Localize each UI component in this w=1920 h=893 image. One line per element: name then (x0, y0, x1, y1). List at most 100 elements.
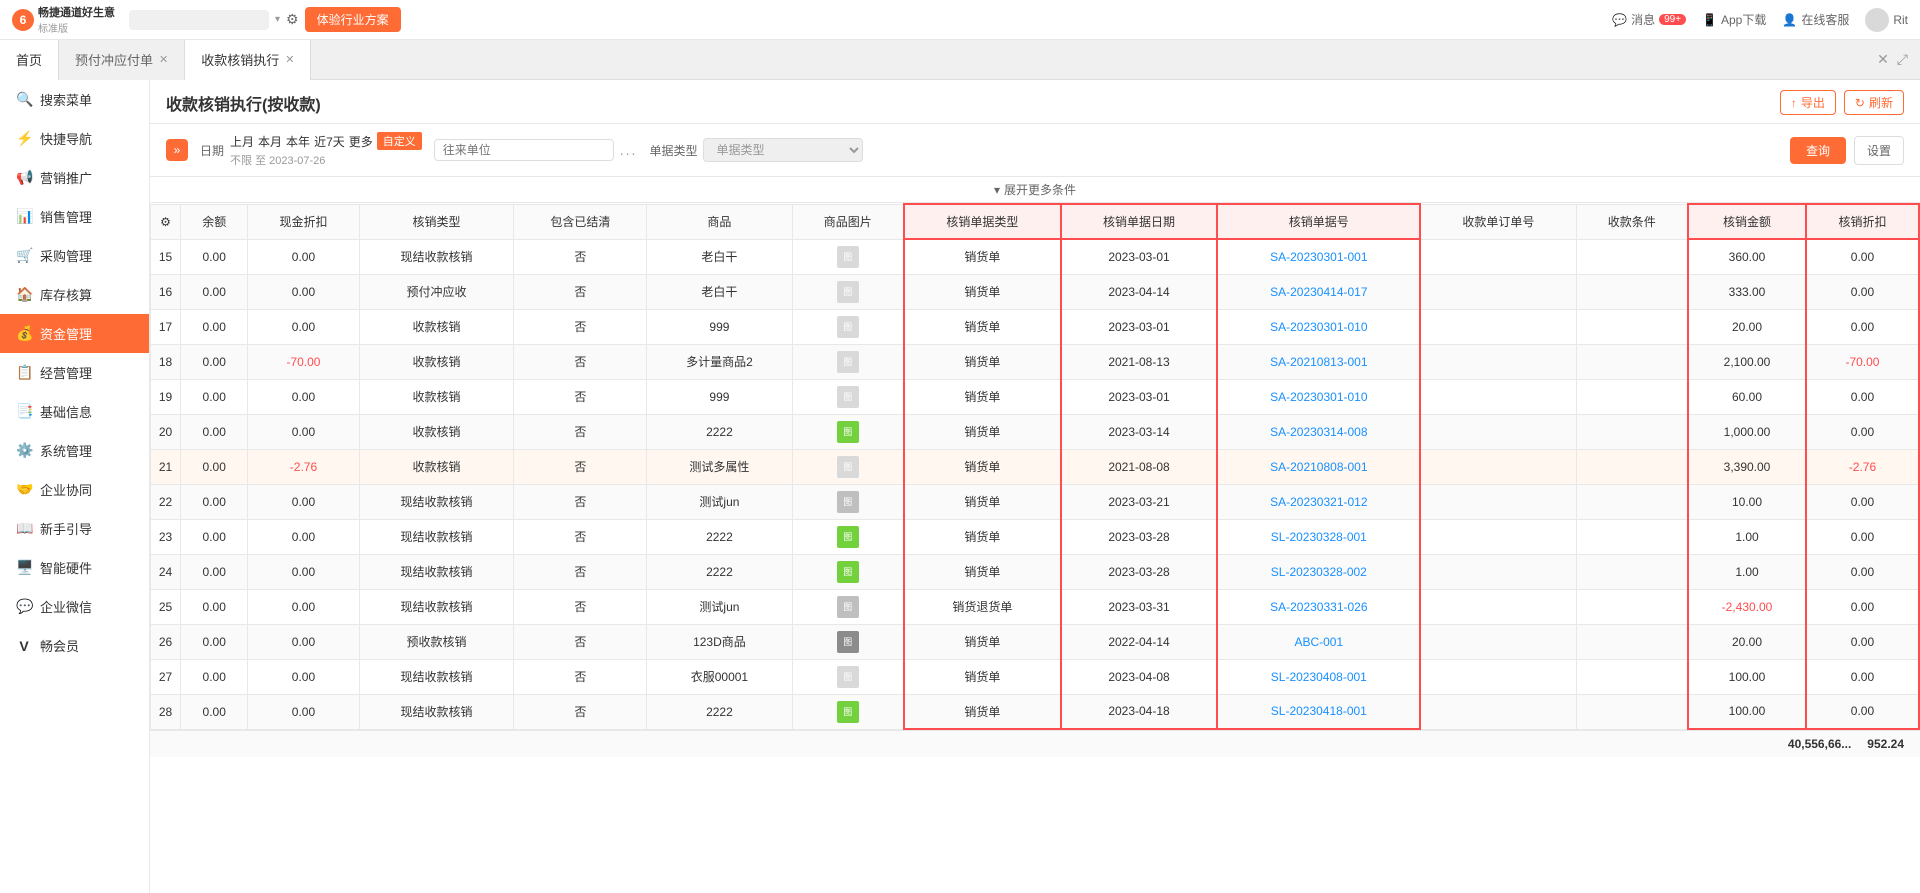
page-content: 收款核销执行(按收款) ↑ 导出 ↻ 刷新 » 日期 上月 (150, 80, 1920, 893)
brand: 6 畅捷通道好生意 标准版 (12, 4, 115, 35)
expand-more-button[interactable]: ▾ 展开更多条件 (994, 181, 1076, 198)
tab-prepay-close-icon[interactable]: ✕ (159, 53, 168, 66)
setting-button[interactable]: 设置 (1854, 136, 1904, 165)
sidebar-item-collab[interactable]: 🤝 企业协同 (0, 470, 149, 509)
table-row: 260.000.00预收款核销否123D商品图销货单2022-04-14ABC-… (151, 624, 1920, 659)
sidebar-item-guide[interactable]: 📖 新手引导 (0, 509, 149, 548)
th-writeoff-discount: 核销折扣 (1806, 204, 1919, 239)
tab-bar-actions: ✕ ⤢ (1877, 51, 1920, 68)
tab-writeoff[interactable]: 收款核销执行 ✕ (185, 40, 311, 80)
query-button[interactable]: 查询 (1790, 137, 1846, 164)
filter-date-row: 上月 本月 本年 近7天 更多 自定义 (230, 132, 422, 150)
filter-partner-group: ... (434, 139, 638, 161)
date-label: 日期 (200, 142, 224, 159)
table-row: 210.00-2.76收款核销否测试多属性图销货单2021-08-08SA-20… (151, 449, 1920, 484)
date-7days[interactable]: 近7天 (314, 133, 345, 150)
search-icon: 🔍 (16, 91, 32, 108)
table-row: 230.000.00现结收款核销否2222图销货单2023-03-28SL-20… (151, 519, 1920, 554)
tab-writeoff-close-icon[interactable]: ✕ (285, 53, 294, 66)
online-service-button[interactable]: 👤 在线客服 (1782, 11, 1849, 28)
filter-date-group: 日期 上月 本月 本年 近7天 更多 自定义 不限 至 2023-07-26 (200, 132, 422, 168)
operations-icon: 📋 (16, 364, 32, 381)
table-row: 200.000.00收款核销否2222图销货单2023-03-14SA-2023… (151, 414, 1920, 449)
page-header-actions: ↑ 导出 ↻ 刷新 (1780, 90, 1904, 115)
filter-bar-right: 查询 设置 (1790, 136, 1904, 165)
guide-icon: 📖 (16, 520, 32, 537)
sidebar-item-marketing[interactable]: 📢 营销推广 (0, 158, 149, 197)
export-icon: ↑ (1791, 96, 1797, 110)
member-icon: V (16, 638, 32, 654)
th-receipt-order-no: 收款单订单号 (1420, 204, 1576, 239)
sidebar-item-purchase[interactable]: 🛒 采购管理 (0, 236, 149, 275)
system-icon: ⚙️ (16, 442, 32, 459)
sidebar: 🔍 搜索菜单 ⚡ 快捷导航 📢 营销推广 📊 销售管理 🛒 采购管理 🏠 库存核… (0, 80, 150, 893)
date-curr-year[interactable]: 本年 (286, 133, 310, 150)
sidebar-item-search[interactable]: 🔍 搜索菜单 (0, 80, 149, 119)
maximize-icon[interactable]: ⤢ (1897, 51, 1908, 68)
th-balance: 余额 (181, 204, 248, 239)
sidebar-item-operations[interactable]: 📋 经营管理 (0, 353, 149, 392)
search-input[interactable] (129, 10, 269, 30)
table-row: 160.000.00预付冲应收否老白干图销货单2023-04-14SA-2023… (151, 274, 1920, 309)
refresh-button[interactable]: ↻ 刷新 (1844, 90, 1904, 115)
date-curr-month[interactable]: 本月 (258, 133, 282, 150)
finance-icon: 💰 (16, 325, 32, 342)
sidebar-item-hardware[interactable]: 🖥️ 智能硬件 (0, 548, 149, 587)
sidebar-item-basicinfo[interactable]: 📑 基础信息 (0, 392, 149, 431)
date-range-display: 不限 至 2023-07-26 (230, 152, 422, 168)
filter-expand-button[interactable]: » (166, 139, 188, 161)
marketing-icon: 📢 (16, 169, 32, 186)
sidebar-item-wechat[interactable]: 💬 企业微信 (0, 587, 149, 626)
table-body: 150.000.00现结收款核销否老白干图销货单2023-03-01SA-202… (151, 239, 1920, 729)
try-industry-button[interactable]: 体验行业方案 (305, 7, 401, 32)
filter-bar: » 日期 上月 本月 本年 近7天 更多 自定义 不限 至 2023-07-26 (150, 124, 1920, 177)
th-settings[interactable]: ⚙ (151, 204, 181, 239)
partner-dots[interactable]: ... (620, 142, 638, 158)
vouchertype-label: 单据类型 (649, 142, 697, 159)
top-bar-right: 💬 消息 99+ 📱 App下载 👤 在线客服 Rit (1612, 8, 1908, 32)
top-bar: 6 畅捷通道好生意 标准版 ▾ ⚙ 体验行业方案 💬 消息 99+ 📱 App下… (0, 0, 1920, 40)
expand-more-bar: ▾ 展开更多条件 (150, 177, 1920, 203)
date-more[interactable]: 更多 (349, 133, 373, 150)
th-include-settled: 包含已结清 (514, 204, 647, 239)
vouchertype-select[interactable]: 单据类型 (703, 138, 863, 162)
service-icon: 👤 (1782, 13, 1797, 27)
brand-text: 畅捷通道好生意 标准版 (38, 4, 115, 35)
basicinfo-icon: 📑 (16, 403, 32, 420)
table-row: 240.000.00现结收款核销否2222图销货单2023-03-28SL-20… (151, 554, 1920, 589)
tab-home[interactable]: 首页 (0, 40, 59, 80)
export-button[interactable]: ↑ 导出 (1780, 90, 1836, 115)
table-wrapper[interactable]: ⚙ 余额 现金折扣 核销类型 包含已结清 商品 商品图片 核销单据类型 核销单据… (150, 203, 1920, 893)
data-table: ⚙ 余额 现金折扣 核销类型 包含已结清 商品 商品图片 核销单据类型 核销单据… (150, 203, 1920, 730)
partner-input[interactable] (434, 139, 614, 161)
table-row: 150.000.00现结收款核销否老白干图销货单2023-03-01SA-202… (151, 239, 1920, 274)
tab-prepay[interactable]: 预付冲应付单 ✕ (59, 40, 185, 80)
collab-icon: 🤝 (16, 481, 32, 498)
th-receipt-condition: 收款条件 (1576, 204, 1688, 239)
user-info[interactable]: Rit (1865, 8, 1908, 32)
sidebar-item-sales[interactable]: 📊 销售管理 (0, 197, 149, 236)
app-icon: 📱 (1702, 13, 1717, 27)
footer-total-discount: 952.24 (1867, 737, 1904, 751)
sidebar-item-member[interactable]: V 畅会员 (0, 626, 149, 665)
footer-total-amount: 40,556,66... (1788, 737, 1851, 751)
sidebar-item-inventory[interactable]: 🏠 库存核算 (0, 275, 149, 314)
close-window-icon[interactable]: ✕ (1877, 51, 1889, 68)
filter-vouchertype-group: 单据类型 单据类型 (649, 138, 863, 162)
date-custom-button[interactable]: 自定义 (377, 132, 422, 150)
sales-icon: 📊 (16, 208, 32, 225)
brand-logo: 6 (12, 9, 34, 31)
table-row: 190.000.00收款核销否999图销货单2023-03-01SA-20230… (151, 379, 1920, 414)
page-title: 收款核销执行(按收款) (166, 91, 321, 115)
th-product-img: 商品图片 (792, 204, 904, 239)
sidebar-item-quicknav[interactable]: ⚡ 快捷导航 (0, 119, 149, 158)
table-row: 280.000.00现结收款核销否2222图销货单2023-04-18SL-20… (151, 694, 1920, 729)
app-download-button[interactable]: 📱 App下载 (1702, 11, 1766, 28)
tab-bar: 首页 预付冲应付单 ✕ 收款核销执行 ✕ ✕ ⤢ (0, 40, 1920, 80)
sidebar-item-finance[interactable]: 💰 资金管理 (0, 314, 149, 353)
messages-button[interactable]: 💬 消息 99+ (1612, 11, 1686, 28)
dropdown-arrow-icon[interactable]: ▾ (275, 14, 280, 25)
gear-icon[interactable]: ⚙ (286, 11, 299, 28)
sidebar-item-system[interactable]: ⚙️ 系统管理 (0, 431, 149, 470)
date-prev-month[interactable]: 上月 (230, 133, 254, 150)
